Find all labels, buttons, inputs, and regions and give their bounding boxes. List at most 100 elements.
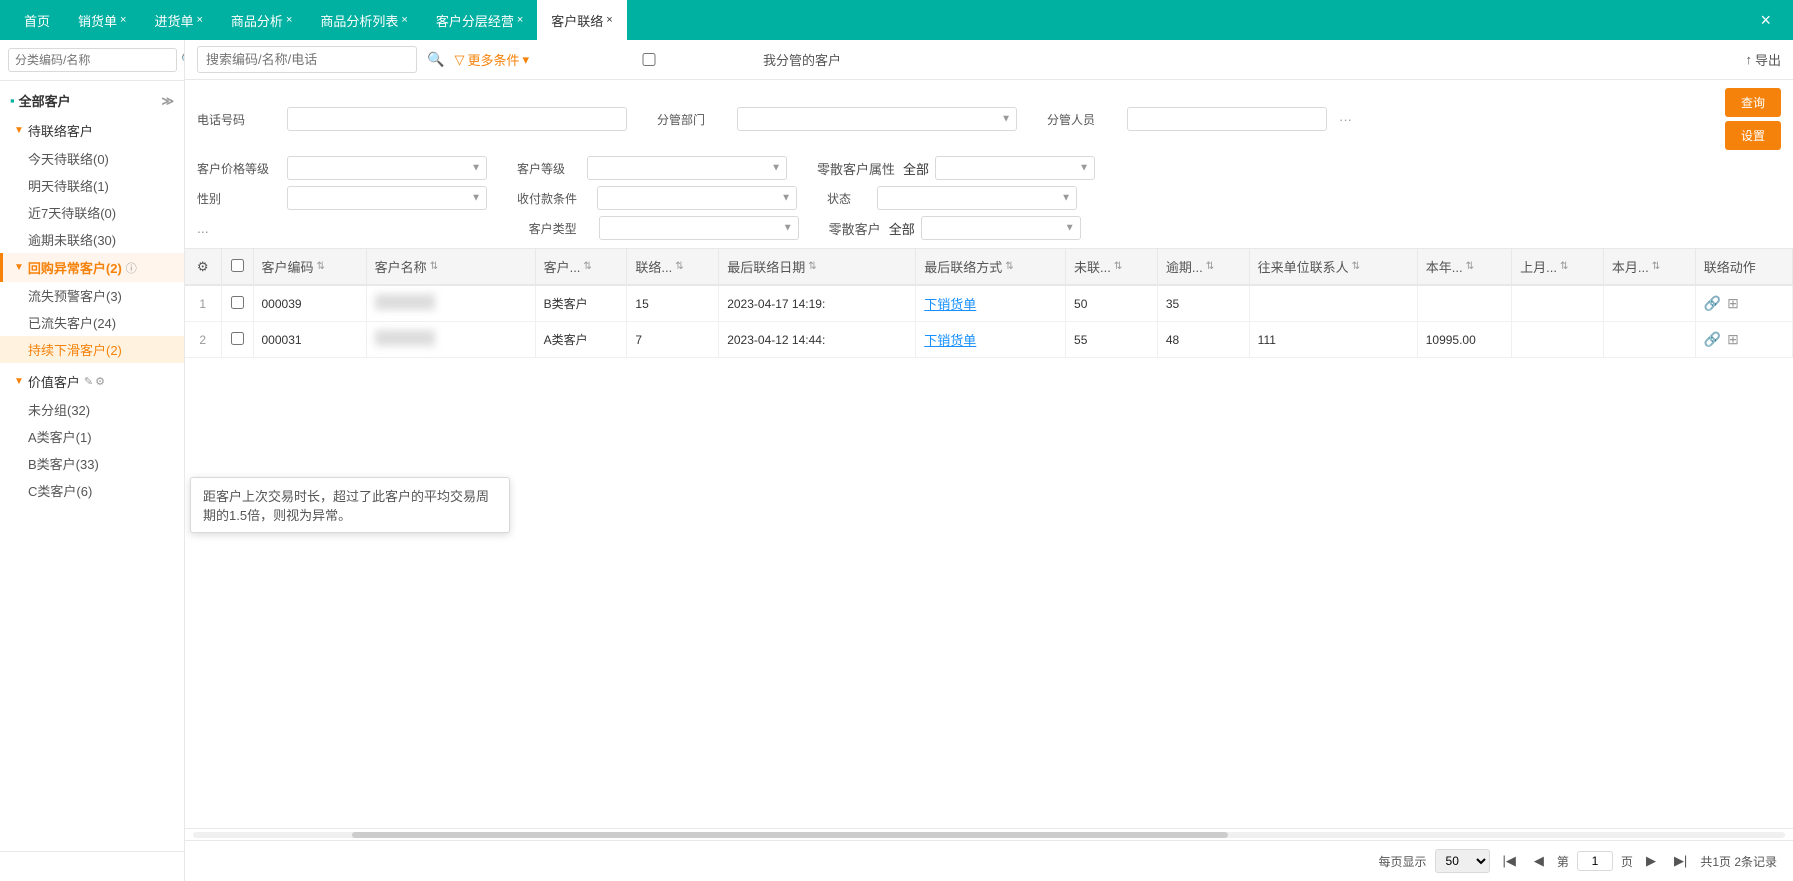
group-value-customers[interactable]: ▼ 价值客户 ✎ ⚙ — [0, 367, 184, 396]
filter-search-icon[interactable]: 🔍 — [427, 51, 444, 68]
nav-customer-tier[interactable]: 客户分层经营 × — [422, 0, 537, 40]
page-first-btn[interactable]: |◀ — [1498, 851, 1521, 871]
customer-type-select[interactable] — [599, 216, 799, 240]
payment-label: 收付款条件 — [517, 190, 587, 207]
sort-date-icon[interactable]: ⇅ — [808, 261, 816, 272]
collapse-all-btn[interactable]: ≫ — [161, 94, 174, 108]
more-conditions-btn[interactable]: ▽ 更多条件 ▾ — [454, 50, 529, 69]
sidebar-item-ungrouped[interactable]: 未分组(32) — [0, 396, 184, 423]
nav-product-list[interactable]: 商品分析列表 × — [306, 0, 421, 40]
customer-level-select[interactable] — [587, 156, 787, 180]
customer-level-label: 客户等级 — [517, 160, 577, 177]
sort-person-icon[interactable]: ⇅ — [1352, 261, 1360, 272]
row4-dots[interactable]: ... — [197, 220, 209, 236]
sort-uncontacted-icon[interactable]: ⇅ — [1114, 261, 1122, 272]
sort-code-icon[interactable]: ⇅ — [317, 261, 325, 272]
sidebar-item-class-a[interactable]: A类客户(1) — [0, 423, 184, 450]
nav-purchase-close[interactable]: × — [196, 14, 202, 26]
search-input[interactable] — [197, 46, 417, 73]
action-link-icon-1[interactable]: 🔗 — [1704, 295, 1721, 312]
advanced-filter: 电话号码 分管部门 分管人员 ··· 查询 设置 客户价格等级 — [185, 80, 1793, 249]
nav-customer-tier-close[interactable]: × — [517, 14, 523, 26]
phone-input[interactable] — [287, 107, 627, 131]
group-abnormal-repurchase[interactable]: ▼ 回购异常客户(2) ⓘ — [0, 253, 184, 282]
sidebar-item-class-c[interactable]: C类客户(6) — [0, 477, 184, 504]
status-select[interactable] — [877, 186, 1077, 210]
sort-type-icon[interactable]: ⇅ — [583, 261, 591, 272]
group-pending-contact[interactable]: ▼ 待联络客户 — [0, 116, 184, 145]
row-overdue-1: 35 — [1157, 285, 1249, 322]
scatter-attr-select[interactable] — [935, 156, 1095, 180]
total-label: 共1页 2条记录 — [1700, 853, 1777, 870]
setting-value-icon[interactable]: ⚙ — [95, 375, 105, 388]
query-btn[interactable]: 查询 — [1725, 88, 1781, 117]
sort-overdue-icon[interactable]: ⇅ — [1206, 261, 1214, 272]
main-layout: 🔍 ▪ 全部客户 ≫ ▼ 待联络客户 今天待联络(0) 明天待联络(1) 近7天… — [0, 40, 1793, 881]
row-name-masked-1 — [375, 294, 435, 310]
sidebar-item-churn-warning[interactable]: 流失预警客户(3) — [0, 282, 184, 309]
nav-purchase[interactable]: 进货单 × — [140, 0, 216, 40]
action-link-icon-2[interactable]: 🔗 — [1704, 331, 1721, 348]
row-code-2: 000031 — [253, 322, 366, 358]
sort-year-icon[interactable]: ⇅ — [1466, 261, 1474, 272]
page-prev-btn[interactable]: ◀ — [1529, 851, 1549, 871]
window-close-btn[interactable]: × — [1748, 10, 1783, 31]
sidebar-item-today[interactable]: 今天待联络(0) — [0, 145, 184, 172]
settings-icon[interactable]: ⚙ — [197, 259, 209, 274]
branch-person-input[interactable] — [1127, 107, 1327, 131]
sidebar-item-class-b[interactable]: B类客户(33) — [0, 450, 184, 477]
th-actions: 联络动作 — [1695, 249, 1792, 285]
nav-home[interactable]: 首页 — [10, 0, 64, 40]
th-last-contact-date: 最后联络日期 ⇅ — [719, 249, 916, 285]
bottom-scrollbar[interactable] — [185, 828, 1793, 840]
row-name-2 — [366, 322, 535, 358]
action-grid-icon-2[interactable]: ⊞ — [1727, 331, 1739, 348]
nav-product-list-close[interactable]: × — [401, 14, 407, 26]
row-method-link-1[interactable]: 下销货单 — [924, 297, 976, 312]
nav-product-close[interactable]: × — [286, 14, 292, 26]
sort-name-icon[interactable]: ⇅ — [430, 261, 438, 272]
sort-contact-icon[interactable]: ⇅ — [675, 261, 683, 272]
sort-lastmonth-icon[interactable]: ⇅ — [1560, 261, 1568, 272]
info-icon[interactable]: ⓘ — [126, 260, 137, 276]
export-btn[interactable]: ↑ 导出 — [1745, 50, 1781, 69]
scrollbar-thumb[interactable] — [352, 832, 1228, 838]
nav-sales[interactable]: 销货单 × — [64, 0, 140, 40]
page-last-btn[interactable]: ▶| — [1669, 851, 1692, 871]
branch-dept-select[interactable] — [737, 107, 1017, 131]
sidebar-item-7days[interactable]: 近7天待联络(0) — [0, 199, 184, 226]
setting-btn[interactable]: 设置 — [1725, 121, 1781, 150]
sidebar-search-input[interactable] — [8, 48, 177, 72]
sidebar-item-tomorrow[interactable]: 明天待联络(1) — [0, 172, 184, 199]
nav-sales-close[interactable]: × — [120, 14, 126, 26]
sort-thismonth-icon[interactable]: ⇅ — [1652, 261, 1660, 272]
edit-value-icon[interactable]: ✎ — [84, 375, 93, 388]
page-next-btn[interactable]: ▶ — [1641, 851, 1661, 871]
row-code-1: 000039 — [253, 285, 366, 322]
branch-person-dots[interactable]: ··· — [1339, 112, 1352, 127]
payment-select[interactable] — [597, 186, 797, 210]
status-label: 状态 — [827, 190, 867, 207]
row-2-checkbox[interactable] — [231, 332, 244, 345]
sidebar-item-churned[interactable]: 已流失客户(24) — [0, 309, 184, 336]
filter-bar: 🔍 ▽ 更多条件 ▾ 我分管的客户 ↑ 导出 — [185, 40, 1793, 80]
price-level-select[interactable] — [287, 156, 487, 180]
sort-method-icon[interactable]: ⇅ — [1005, 261, 1013, 272]
nav-customer-contact[interactable]: 客户联络 × — [537, 0, 626, 40]
action-grid-icon-1[interactable]: ⊞ — [1727, 295, 1739, 312]
nav-customer-contact-close[interactable]: × — [606, 14, 612, 26]
page-number-input[interactable] — [1577, 851, 1613, 871]
row-method-link-2[interactable]: 下销货单 — [924, 333, 976, 348]
select-all-checkbox[interactable] — [231, 259, 244, 272]
page-size-select[interactable]: 50 100 200 — [1435, 849, 1490, 873]
nav-product-analysis[interactable]: 商品分析 × — [217, 0, 306, 40]
scatter-customer-select[interactable] — [921, 216, 1081, 240]
row-1-checkbox[interactable] — [231, 296, 244, 309]
my-customers-checkbox[interactable] — [539, 53, 759, 66]
row-person-1 — [1249, 285, 1417, 322]
chevron-down-icon: ▾ — [522, 52, 529, 68]
sidebar-item-overdue[interactable]: 逾期未联络(30) — [0, 226, 184, 253]
gender-select[interactable] — [287, 186, 487, 210]
row-type-2: A类客户 — [535, 322, 627, 358]
sidebar-item-declining[interactable]: 持续下滑客户(2) — [0, 336, 184, 363]
